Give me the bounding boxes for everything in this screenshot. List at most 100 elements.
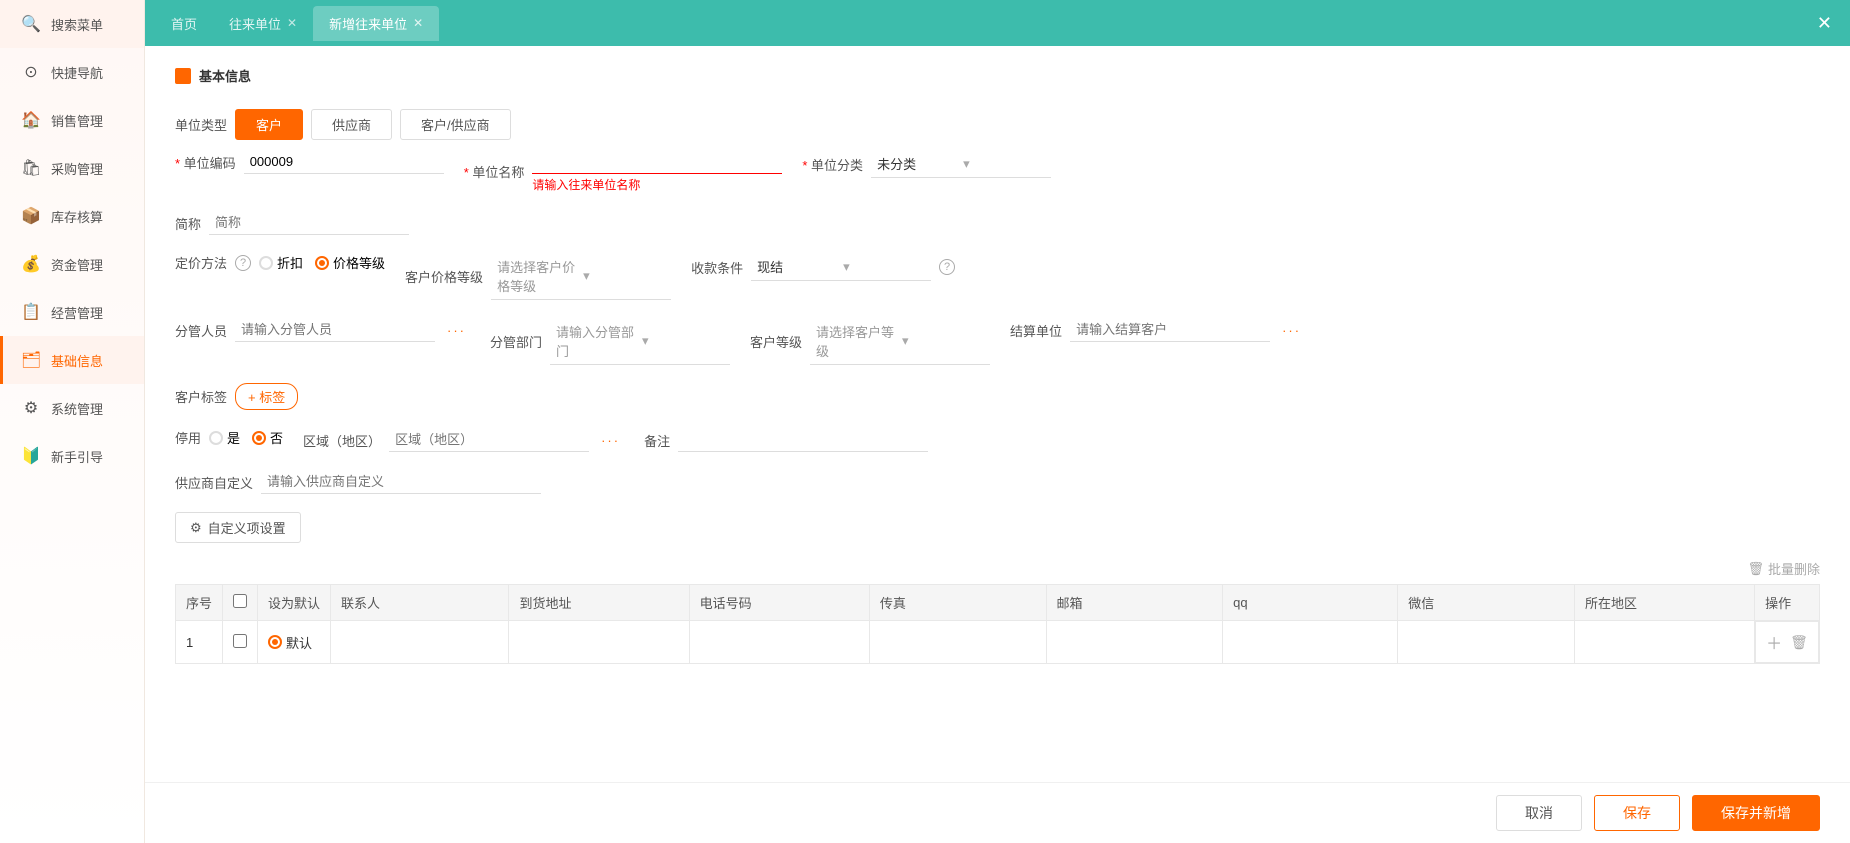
search-icon: 🔍 [21,14,41,34]
supplier-custom-field: 供应商自定义 [175,470,541,494]
settlement-label: 结算单位 [1010,321,1062,340]
select-all-checkbox[interactable] [233,594,247,608]
tab-partner-close[interactable]: ✕ [287,16,297,30]
unit-type-customer-button[interactable]: 客户 [235,109,303,140]
supplier-custom-input[interactable] [261,470,541,494]
custom-settings-button[interactable]: ⚙ 自定义项设置 [175,512,301,543]
unit-name-input[interactable] [532,150,782,174]
unit-type-label: 单位类型 [175,115,227,134]
tab-new-partner-close[interactable]: ✕ [413,16,423,30]
sidebar-item-search[interactable]: 🔍 搜索菜单 [0,0,144,48]
row-default-radio[interactable]: 默认 [268,633,320,652]
sidebar: 🔍 搜索菜单 ⊙ 快捷导航 🏠 销售管理 🛍 采购管理 📦 库存核算 💰 资金管… [0,0,145,843]
save-new-button[interactable]: 保存并新增 [1692,795,1820,831]
row-default-label: 默认 [286,633,312,652]
row-checkbox[interactable] [233,634,247,648]
unit-type-supplier-button[interactable]: 供应商 [311,109,392,140]
sidebar-item-operation[interactable]: 📋 经营管理 [0,288,144,336]
payment-terms-help-icon[interactable]: ? [939,259,955,275]
tab-new-partner[interactable]: 新增往来单位 ✕ [313,6,439,41]
sidebar-item-newbie[interactable]: 🔰 新手引导 [0,432,144,480]
row-wechat-input[interactable] [1408,635,1564,650]
manager-input[interactable] [235,318,435,342]
row-qq-cell[interactable] [1223,621,1398,664]
unit-name-label: 单位名称 [464,162,525,181]
add-tag-button[interactable]: + 标签 [235,383,298,410]
newbie-icon: 🔰 [21,446,41,466]
unit-category-select[interactable]: 未分类 ▾ [871,150,1051,178]
customer-price-select[interactable]: 请选择客户价格等级 ▾ [491,253,671,300]
cancel-button[interactable]: 取消 [1496,795,1582,831]
unit-type-both-button[interactable]: 客户/供应商 [400,109,511,140]
sidebar-item-basic[interactable]: 🗂 基础信息 [0,336,144,384]
payment-terms-select[interactable]: 现结 ▾ [751,253,931,281]
main-area: 首页 往来单位 ✕ 新增往来单位 ✕ ✕ 基本信息 单位类型 客户 供应商 客户… [145,0,1850,843]
supplier-custom-row: 供应商自定义 [175,470,1820,494]
close-all-button[interactable]: ✕ [1809,9,1840,38]
row-email-cell[interactable] [1046,621,1223,664]
row-phone-input[interactable] [700,635,859,650]
batch-delete-label[interactable]: 批量删除 [1768,559,1820,578]
pricing-help-icon[interactable]: ? [235,255,251,271]
trash-icon: 🗑 [1747,561,1764,577]
col-phone: 电话号码 [689,585,869,621]
row-wechat-cell[interactable] [1398,621,1575,664]
unit-code-input[interactable] [244,150,444,174]
col-wechat: 微信 [1398,585,1575,621]
area-more-icon[interactable]: ··· [597,433,624,448]
sidebar-item-inventory[interactable]: 📦 库存核算 [0,192,144,240]
row-phone-cell[interactable] [689,621,869,664]
settlement-field: 结算单位 ··· [1010,318,1305,342]
row-qq-input[interactable] [1233,635,1387,650]
settlement-input[interactable] [1070,318,1270,342]
delete-row-icon[interactable]: 🗑 [1790,634,1808,651]
add-row-icon[interactable]: ＋ [1766,630,1782,654]
manager-label: 分管人员 [175,321,227,340]
row-address-cell[interactable] [509,621,689,664]
add-tag-label: + 标签 [248,387,285,406]
tag-label: 客户标签 [175,387,227,406]
pricing-level-radio[interactable]: 价格等级 [315,253,385,272]
pricing-discount-radio[interactable]: 折扣 [259,253,303,272]
save-button[interactable]: 保存 [1594,795,1680,831]
disable-no-radio[interactable]: 否 [252,428,283,447]
sidebar-item-system[interactable]: ⚙ 系统管理 [0,384,144,432]
disable-yes-circle [209,431,223,445]
contacts-table: 序号 设为默认 联系人 到货地址 电话号码 传真 邮箱 qq 微信 所在地区 操… [175,584,1820,664]
row-contact-input[interactable] [341,635,498,650]
customer-level-select[interactable]: 请选择客户等级 ▾ [810,318,990,365]
row-default-radio-circle [268,635,282,649]
row-region-cell[interactable] [1574,621,1754,664]
section-title: 基本信息 [175,66,1820,85]
payment-terms-arrow-icon: ▾ [843,259,925,275]
sidebar-item-quick-nav[interactable]: ⊙ 快捷导航 [0,48,144,96]
dept-select[interactable]: 请输入分管部门 ▾ [550,318,730,365]
manager-more-icon[interactable]: ··· [443,323,470,338]
shortname-input[interactable] [209,211,409,235]
row-address-input[interactable] [519,635,678,650]
note-input[interactable] [678,428,928,452]
disable-yes-radio[interactable]: 是 [209,428,240,447]
sidebar-label-purchase: 采购管理 [51,159,103,178]
operation-icon: 📋 [21,302,41,322]
col-action: 操作 [1755,585,1820,621]
area-input[interactable] [389,428,589,452]
settlement-more-icon[interactable]: ··· [1278,323,1305,338]
tab-partner[interactable]: 往来单位 ✕ [213,6,313,41]
dept-field: 分管部门 请输入分管部门 ▾ [490,318,730,365]
row-fax-input[interactable] [880,635,1036,650]
purchase-icon: 🛍 [21,158,41,178]
sidebar-item-purchase[interactable]: 🛍 采购管理 [0,144,144,192]
row-email-input[interactable] [1057,635,1213,650]
col-region: 所在地区 [1574,585,1754,621]
sidebar-item-finance[interactable]: 💰 资金管理 [0,240,144,288]
row-contact-cell[interactable] [331,621,509,664]
row-fax-cell[interactable] [869,621,1046,664]
col-checkbox [223,585,258,621]
shortname-label: 简称 [175,214,201,233]
col-email: 邮箱 [1046,585,1223,621]
row-region-input[interactable] [1585,635,1744,650]
sidebar-item-sales[interactable]: 🏠 销售管理 [0,96,144,144]
tab-home[interactable]: 首页 [155,6,213,41]
sidebar-label-system: 系统管理 [51,399,103,418]
